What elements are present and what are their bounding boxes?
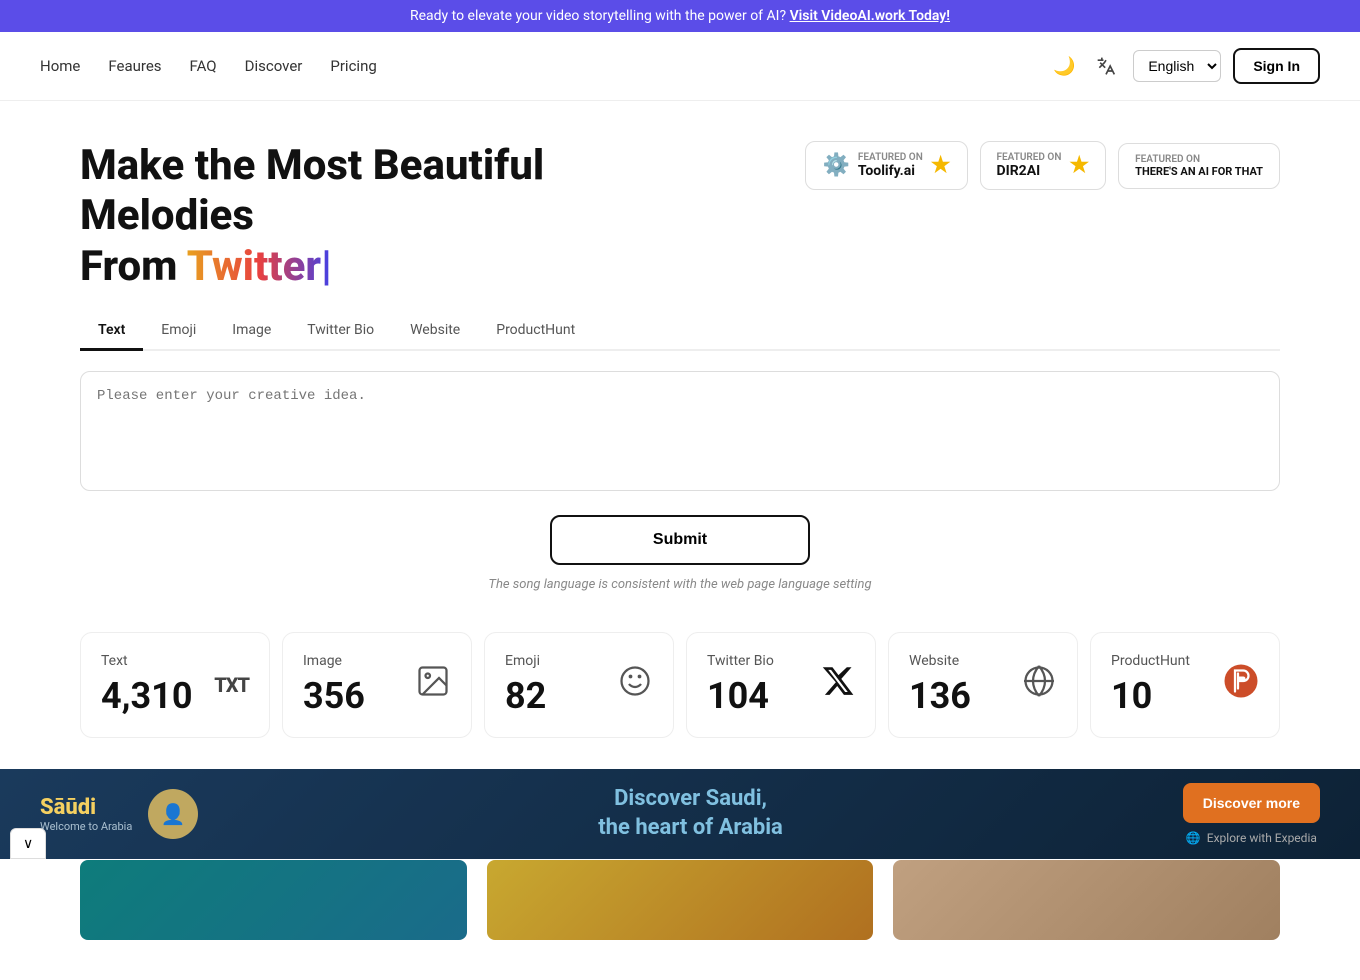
ad-line1: Discover Saudi, bbox=[614, 786, 767, 811]
stat-emoji-label: Emoji bbox=[505, 653, 546, 669]
badge-dir2ai[interactable]: FEATURED ON DIR2AI ★ bbox=[980, 141, 1107, 190]
globe-icon bbox=[1021, 663, 1057, 707]
stat-text-value: 4,310 bbox=[101, 675, 192, 717]
stat-image-value: 356 bbox=[303, 675, 365, 717]
tab-twitter-bio[interactable]: Twitter Bio bbox=[289, 312, 392, 351]
navbar: Home Feaures FAQ Discover Pricing 🌙 Engl… bbox=[0, 32, 1360, 101]
expand-button[interactable]: ∨ bbox=[10, 828, 46, 859]
expedia-text: Explore with Expedia bbox=[1207, 831, 1317, 845]
thumbnail-2[interactable] bbox=[487, 860, 874, 940]
toolify-sub: FEATURED ON bbox=[858, 152, 923, 163]
nav-right: 🌙 English Sign In bbox=[1049, 48, 1320, 84]
nav-faq[interactable]: FAQ bbox=[190, 57, 217, 75]
thumbnail-1[interactable] bbox=[80, 860, 467, 940]
ad-line2: the heart of Arabia bbox=[598, 815, 783, 840]
main-content: Text Emoji Image Twitter Bio Website Pro… bbox=[40, 312, 1320, 980]
emoji-icon bbox=[617, 663, 653, 707]
expedia-icon: 🌐 bbox=[1186, 831, 1201, 845]
hero-badges: ⚙️ FEATURED ON Toolify.ai ★ FEATURED ON … bbox=[805, 141, 1280, 190]
tab-text[interactable]: Text bbox=[80, 312, 143, 351]
hero-title: Make the Most Beautiful Melodies From Tw… bbox=[80, 141, 660, 292]
hero-title-line2-plain: From bbox=[80, 242, 187, 291]
banner-cta[interactable]: Visit VideoAI.work Today! bbox=[790, 8, 950, 24]
stat-card-emoji: Emoji 82 bbox=[484, 632, 674, 738]
tabs: Text Emoji Image Twitter Bio Website Pro… bbox=[80, 312, 1280, 351]
tab-image[interactable]: Image bbox=[214, 312, 289, 351]
nav-home[interactable]: Home bbox=[40, 57, 80, 75]
dir2ai-sub: FEATURED ON bbox=[997, 152, 1062, 163]
twitter-icon bbox=[821, 664, 855, 706]
stat-card-text: Text 4,310 TXT bbox=[80, 632, 270, 738]
sign-in-button[interactable]: Sign In bbox=[1233, 48, 1320, 84]
nav-pricing[interactable]: Pricing bbox=[330, 57, 376, 75]
badge-ah[interactable]: FEATURED ON THERE'S AN AI FOR THAT bbox=[1118, 143, 1280, 189]
stat-card-twitter-bio: Twitter Bio 104 bbox=[686, 632, 876, 738]
stat-ph-label: ProductHunt bbox=[1111, 653, 1190, 669]
stat-website-info: Website 136 bbox=[909, 653, 971, 717]
stat-image-label: Image bbox=[303, 653, 365, 669]
submit-button[interactable]: Submit bbox=[550, 515, 810, 565]
ad-cta-area: Discover more 🌐 Explore with Expedia bbox=[1183, 783, 1320, 845]
ad-banner: Sāūdi Welcome to Arabia 👤 Discover Saudi… bbox=[0, 769, 1360, 859]
stat-ph-value: 10 bbox=[1111, 675, 1190, 717]
submit-section: Submit The song language is consistent w… bbox=[80, 515, 1280, 592]
nav-links: Home Feaures FAQ Discover Pricing bbox=[40, 57, 377, 75]
stat-ph-info: ProductHunt 10 bbox=[1111, 653, 1190, 717]
hero-title-line1: Make the Most Beautiful Melodies bbox=[80, 141, 544, 240]
translate-icon[interactable] bbox=[1091, 51, 1121, 81]
hero-section: Make the Most Beautiful Melodies From Tw… bbox=[40, 101, 1320, 312]
stat-website-value: 136 bbox=[909, 675, 971, 717]
txt-icon: TXT bbox=[214, 673, 249, 697]
ad-cta-button[interactable]: Discover more bbox=[1183, 783, 1320, 823]
tab-website[interactable]: Website bbox=[392, 312, 478, 351]
stat-emoji-info: Emoji 82 bbox=[505, 653, 546, 717]
stat-card-image: Image 356 bbox=[282, 632, 472, 738]
toolify-star-icon: ★ bbox=[931, 153, 951, 178]
thumbnail-3[interactable] bbox=[893, 860, 1280, 940]
ah-name: THERE'S AN AI FOR THAT bbox=[1135, 165, 1263, 178]
thumbnail-row bbox=[80, 860, 1280, 940]
ad-expedia: 🌐 Explore with Expedia bbox=[1186, 831, 1317, 845]
stat-card-producthunt: ProductHunt 10 bbox=[1090, 632, 1280, 738]
toolify-gear-icon: ⚙️ bbox=[822, 153, 849, 178]
stat-twitter-info: Twitter Bio 104 bbox=[707, 653, 774, 717]
stat-text-label: Text bbox=[101, 653, 192, 669]
stat-image-info: Image 356 bbox=[303, 653, 365, 717]
badge-toolify[interactable]: ⚙️ FEATURED ON Toolify.ai ★ bbox=[805, 141, 967, 190]
language-selector[interactable]: English bbox=[1133, 50, 1221, 82]
toolify-name: Toolify.ai bbox=[858, 163, 923, 179]
stat-website-label: Website bbox=[909, 653, 971, 669]
tab-emoji[interactable]: Emoji bbox=[143, 312, 214, 351]
ad-main-text: Discover Saudi, the heart of Arabia bbox=[198, 785, 1182, 842]
producthunt-icon bbox=[1223, 663, 1259, 707]
ad-logo-img: 👤 bbox=[148, 789, 198, 839]
ah-sub: FEATURED ON bbox=[1135, 154, 1263, 165]
stats-row: Text 4,310 TXT Image 356 Emoji 82 bbox=[80, 632, 1280, 738]
hero-text: Make the Most Beautiful Melodies From Tw… bbox=[80, 141, 660, 292]
banner-text: Ready to elevate your video storytelling… bbox=[410, 8, 786, 24]
dir2ai-star-icon: ★ bbox=[1069, 153, 1089, 178]
ad-logo-sub: Welcome to Arabia bbox=[40, 820, 132, 833]
tab-producthunt[interactable]: ProductHunt bbox=[478, 312, 593, 351]
dark-mode-icon[interactable]: 🌙 bbox=[1049, 51, 1079, 81]
top-banner: Ready to elevate your video storytelling… bbox=[0, 0, 1360, 32]
hero-title-highlight: Twitter| bbox=[187, 242, 332, 291]
idea-input[interactable] bbox=[80, 371, 1280, 491]
stat-emoji-value: 82 bbox=[505, 675, 546, 717]
nav-discover[interactable]: Discover bbox=[245, 57, 303, 75]
ad-logo-text: Sāūdi bbox=[40, 795, 132, 820]
stat-twitter-value: 104 bbox=[707, 675, 774, 717]
nav-features[interactable]: Feaures bbox=[108, 57, 161, 75]
stat-twitter-label: Twitter Bio bbox=[707, 653, 774, 669]
stat-text-info: Text 4,310 bbox=[101, 653, 192, 717]
ad-logo-area: Sāūdi Welcome to Arabia 👤 bbox=[40, 789, 198, 839]
stat-card-website: Website 136 bbox=[888, 632, 1078, 738]
submit-note: The song language is consistent with the… bbox=[488, 577, 871, 592]
dir2ai-name: DIR2AI bbox=[997, 163, 1062, 179]
image-icon bbox=[415, 663, 451, 707]
